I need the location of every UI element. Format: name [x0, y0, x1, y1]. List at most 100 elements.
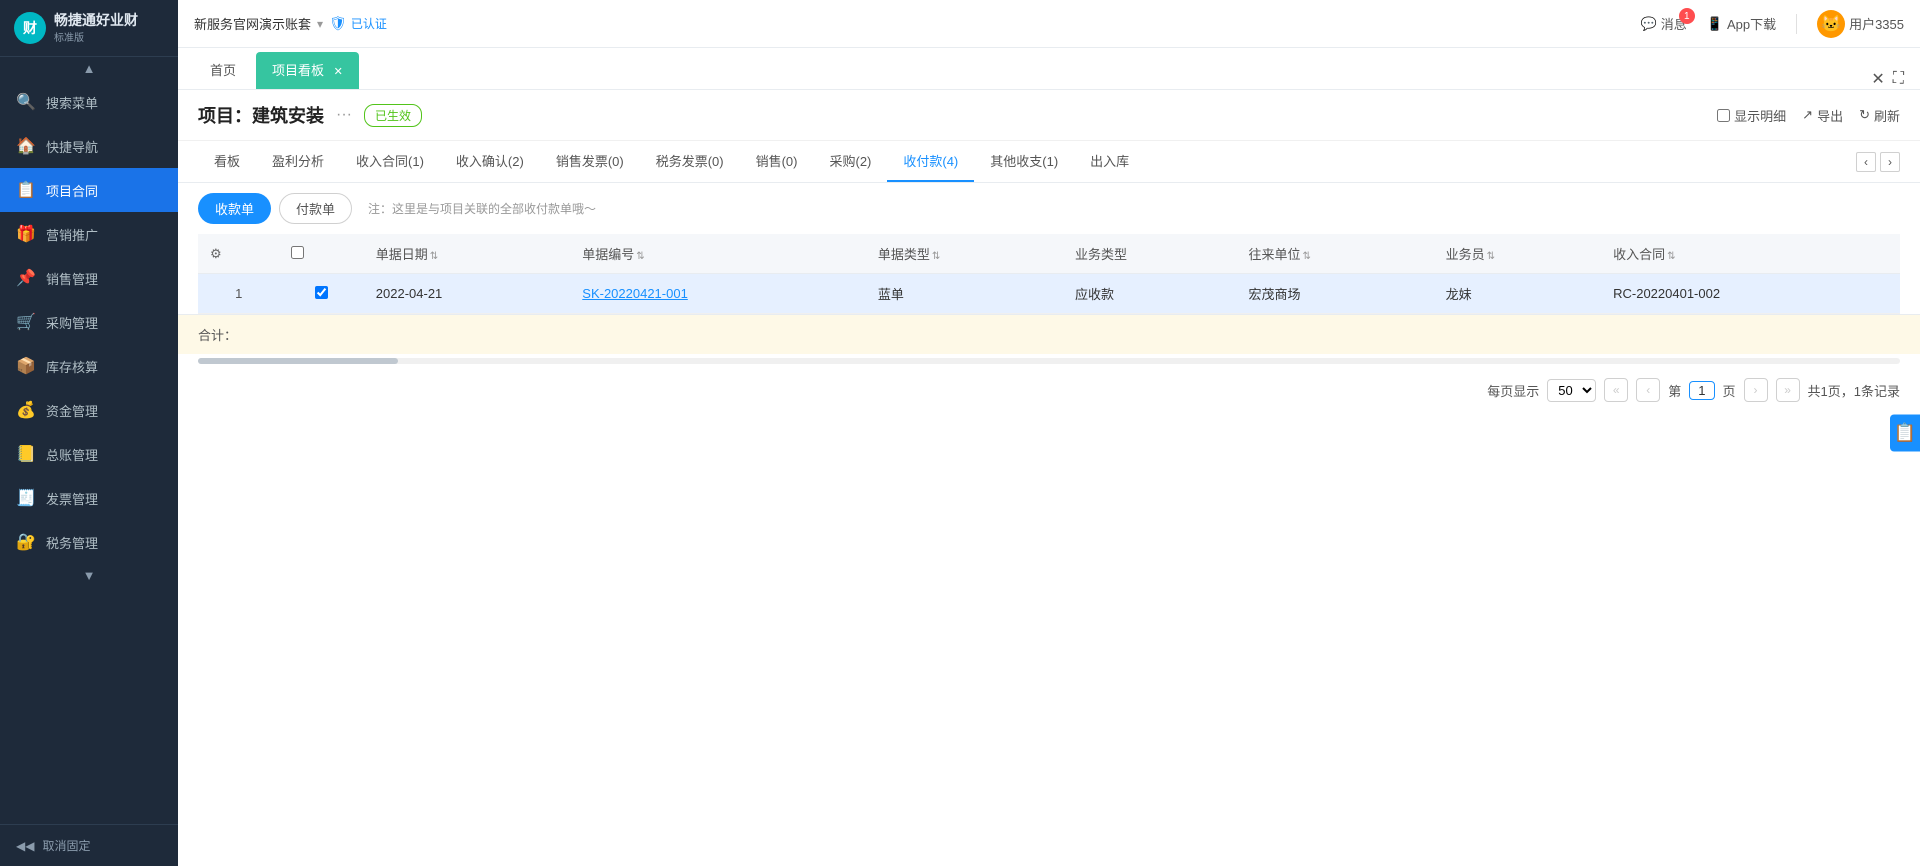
sub-tab-0[interactable]: 看板 — [198, 141, 256, 182]
refresh-button[interactable]: ↻ 刷新 — [1859, 106, 1900, 125]
unpin-label: 取消固定 — [42, 837, 90, 854]
sidebar-item-9[interactable]: 🧾 发票管理 — [0, 476, 178, 520]
sub-tab-7[interactable]: 采购(2) — [813, 141, 887, 182]
prev-page-button[interactable]: ‹ — [1636, 378, 1660, 402]
sub-tab-nav-right[interactable]: › — [1880, 152, 1900, 172]
per-page-label: 每页显示 — [1487, 381, 1539, 400]
next-page-button[interactable]: › — [1744, 378, 1768, 402]
col-settings[interactable]: ⚙ — [198, 234, 279, 274]
section-note: 注：这里是与项目关联的全部收付款单哦～ — [368, 200, 596, 217]
sidebar-unpin[interactable]: ◀◀ 取消固定 — [0, 824, 178, 866]
scroll-bar-wrap — [178, 354, 1920, 368]
export-label: 导出 — [1817, 106, 1843, 125]
sidebar-item-1[interactable]: 🏠 快捷导航 — [0, 124, 178, 168]
col-company: 往来单位⇅ — [1236, 234, 1433, 274]
maximize-window-button[interactable]: ⛶ — [1893, 70, 1904, 88]
sidebar-icon-2: 📋 — [16, 180, 36, 200]
tab-close-icon[interactable]: ✕ — [334, 66, 343, 78]
sidebar-item-5[interactable]: 🛒 采购管理 — [0, 300, 178, 344]
scroll-track[interactable] — [198, 358, 1900, 364]
sub-tab-10[interactable]: 出入库 — [1074, 141, 1145, 182]
settings-icon[interactable]: ⚙ — [210, 246, 222, 261]
sidebar-item-7[interactable]: 💰 资金管理 — [0, 388, 178, 432]
company-sort-icon[interactable]: ⇅ — [1302, 251, 1310, 262]
sub-tab-nav-left[interactable]: ‹ — [1856, 152, 1876, 172]
show-detail-input[interactable] — [1717, 109, 1730, 122]
sidebar-icon-1: 🏠 — [16, 136, 36, 156]
show-detail-checkbox[interactable]: 显示明细 — [1717, 106, 1786, 125]
message-button[interactable]: 💬 消息 1 — [1641, 14, 1687, 33]
sub-tabs: 看板盈利分析收入合同(1)收入确认(2)销售发票(0)税务发票(0)销售(0)采… — [178, 141, 1920, 183]
first-page-icon: « — [1613, 383, 1620, 397]
total-row: 合计： — [178, 314, 1920, 354]
message-badge: 1 — [1679, 8, 1695, 24]
page-suffix: 页 — [1723, 381, 1736, 400]
demo-dropdown-arrow[interactable]: ▾ — [317, 17, 323, 31]
sub-tab-3[interactable]: 收入确认(2) — [440, 141, 540, 182]
sidebar-icon-4: 📌 — [16, 268, 36, 288]
sidebar-icon-0: 🔍 — [16, 92, 36, 112]
demo-account-label: 新服务官网演示账套 — [194, 14, 311, 33]
row-number-link[interactable]: SK-20220421-001 — [582, 286, 688, 301]
shoukuandan-button[interactable]: 收款单 — [198, 193, 271, 224]
select-all-checkbox[interactable] — [291, 246, 304, 259]
project-more-button[interactable]: ··· — [336, 106, 352, 124]
salesman-sort-icon[interactable]: ⇅ — [1487, 251, 1495, 262]
sidebar: 财 畅捷通好业财 标准版 ▲ 🔍 搜索菜单 🏠 快捷导航 📋 项目合同 🎁 营销… — [0, 0, 178, 866]
row-company: 宏茂商场 — [1236, 274, 1433, 314]
tab-actions: ✕ ⛶ — [1871, 69, 1904, 89]
export-button[interactable]: ↗ 导出 — [1802, 106, 1843, 125]
sidebar-nav: ▲ 🔍 搜索菜单 🏠 快捷导航 📋 项目合同 🎁 营销推广 📌 销售管理 🛒 采… — [0, 57, 178, 824]
sub-tab-8[interactable]: 收付款(4) — [887, 141, 974, 182]
sidebar-item-4[interactable]: 📌 销售管理 — [0, 256, 178, 300]
close-window-button[interactable]: ✕ — [1871, 69, 1884, 89]
sub-tab-2[interactable]: 收入合同(1) — [340, 141, 440, 182]
right-float-panel[interactable]: 📋 — [1890, 415, 1920, 452]
table-row[interactable]: 1 2022-04-21 SK-20220421-001 蓝单 应收款 宏茂商场… — [198, 274, 1900, 314]
last-page-button[interactable]: » — [1776, 378, 1800, 402]
app-download-button[interactable]: 📱 App下载 — [1707, 14, 1776, 33]
date-sort-icon[interactable]: ⇅ — [430, 251, 438, 262]
sidebar-item-8[interactable]: 📒 总账管理 — [0, 432, 178, 476]
certified-label: 已认证 — [351, 15, 387, 32]
sub-tab-6[interactable]: 销售(0) — [740, 141, 814, 182]
current-page-input[interactable]: 1 — [1689, 381, 1714, 400]
app-name: 畅捷通好业财 — [54, 12, 138, 29]
table-wrap: ⚙ 单据日期⇅ 单据编号⇅ 单据类型⇅ 业务类型 往来单位⇅ 业务员⇅ 收入合同… — [178, 234, 1920, 314]
prev-page-icon: ‹ — [1646, 383, 1650, 397]
project-status-badge: 已生效 — [364, 104, 422, 127]
user-button[interactable]: 🐱 用户3355 — [1817, 10, 1904, 38]
fukuandan-button[interactable]: 付款单 — [279, 193, 352, 224]
refresh-icon: ↻ — [1859, 107, 1870, 123]
sidebar-item-2[interactable]: 📋 项目合同 — [0, 168, 178, 212]
col-salesman: 业务员⇅ — [1434, 234, 1602, 274]
scroll-thumb[interactable] — [198, 358, 398, 364]
sub-tab-9[interactable]: 其他收支(1) — [974, 141, 1074, 182]
row-checkbox[interactable] — [315, 286, 328, 299]
sidebar-item-0[interactable]: 🔍 搜索菜单 — [0, 80, 178, 124]
project-title: 项目：建筑安装 — [198, 102, 324, 128]
sidebar-item-3[interactable]: 🎁 营销推广 — [0, 212, 178, 256]
row-type: 蓝单 — [866, 274, 1063, 314]
row-contract: RC-20220401-002 — [1601, 274, 1900, 314]
user-avatar: 🐱 — [1817, 10, 1845, 38]
sub-tab-5[interactable]: 税务发票(0) — [640, 141, 740, 182]
sub-tab-4[interactable]: 销售发票(0) — [540, 141, 640, 182]
sub-tab-1[interactable]: 盈利分析 — [256, 141, 340, 182]
tab-project-board[interactable]: 项目看板 ✕ — [256, 52, 359, 89]
tab-home[interactable]: 首页 — [194, 52, 252, 89]
sidebar-item-10[interactable]: 🔐 税务管理 — [0, 520, 178, 564]
contract-sort-icon[interactable]: ⇅ — [1667, 251, 1675, 262]
sidebar-logo: 财 畅捷通好业财 标准版 — [0, 0, 178, 57]
project-header-actions: 显示明细 ↗ 导出 ↻ 刷新 — [1717, 106, 1900, 125]
per-page-select[interactable]: 50 — [1547, 379, 1596, 402]
sidebar-scroll-up[interactable]: ▲ — [0, 57, 178, 80]
logo-text-wrap: 畅捷通好业财 标准版 — [54, 12, 138, 44]
certified-icon: 🛡 — [329, 15, 347, 32]
first-page-button[interactable]: « — [1604, 378, 1628, 402]
number-sort-icon[interactable]: ⇅ — [636, 251, 644, 262]
topbar-left: 新服务官网演示账套 ▾ 🛡 已认证 — [194, 14, 1625, 33]
sidebar-item-6[interactable]: 📦 库存核算 — [0, 344, 178, 388]
sidebar-scroll-down[interactable]: ▼ — [0, 564, 178, 587]
type-sort-icon[interactable]: ⇅ — [932, 251, 940, 262]
